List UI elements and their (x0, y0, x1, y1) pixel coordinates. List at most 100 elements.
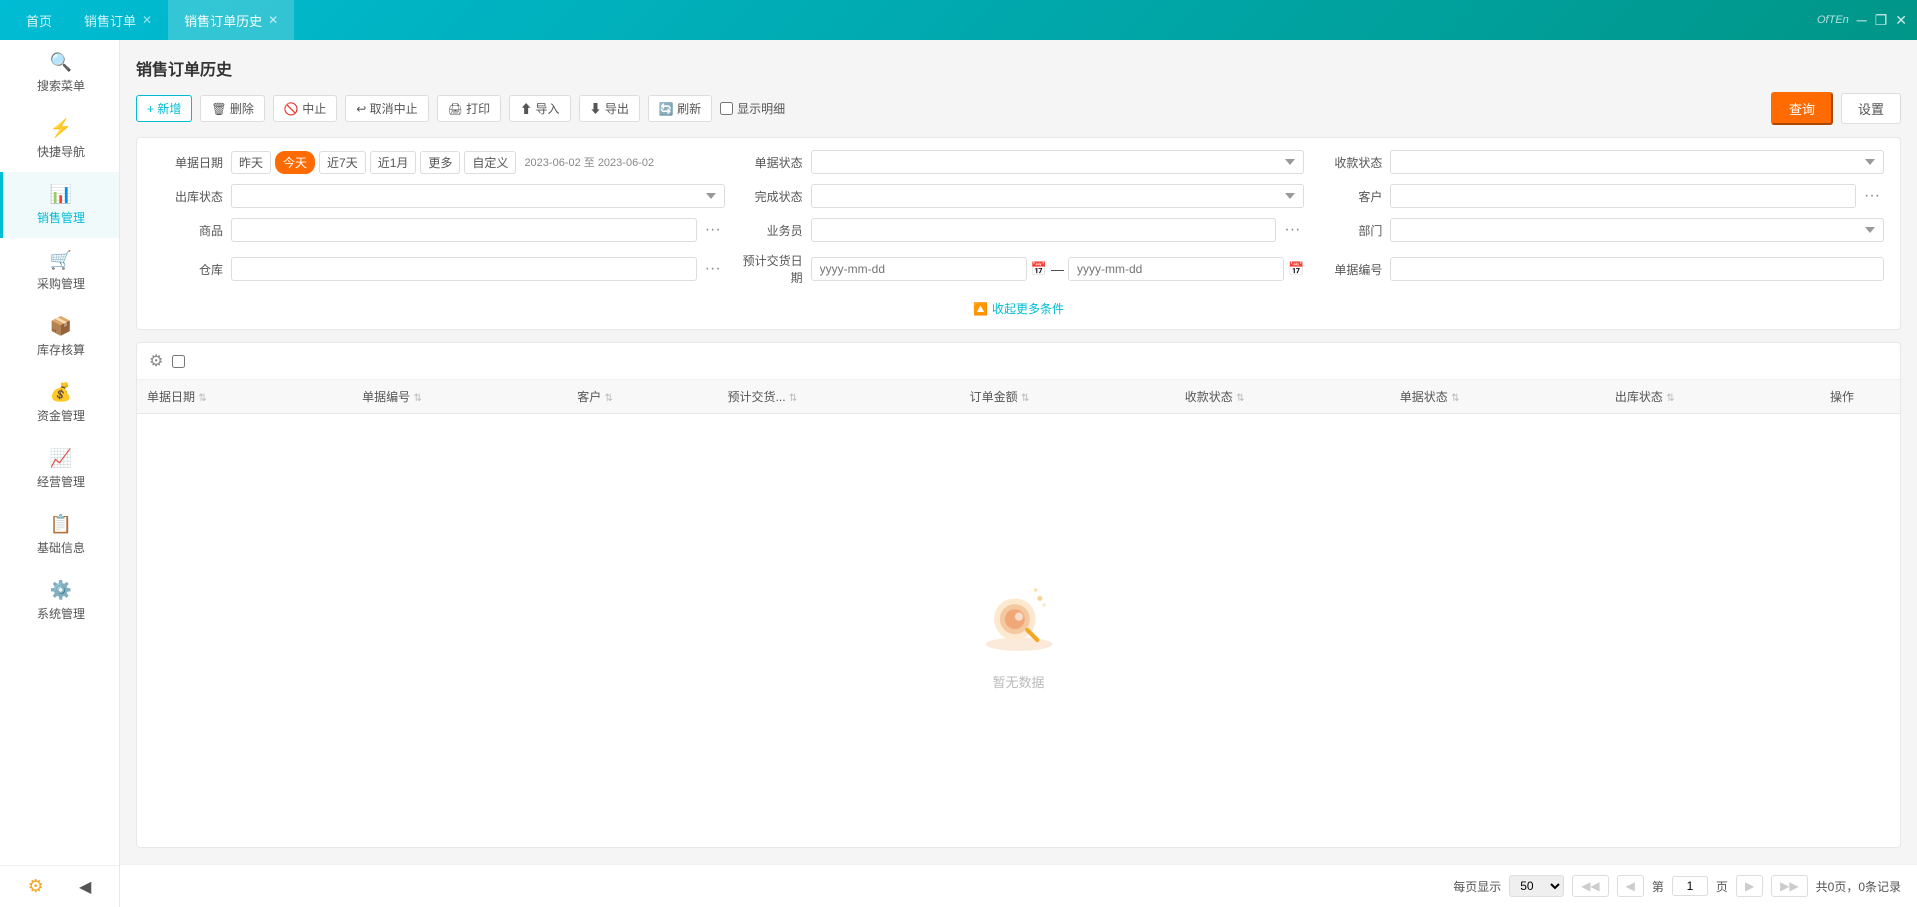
prev-page-btn[interactable]: ◀ (1617, 875, 1644, 897)
tab-close-icon[interactable]: ✕ (142, 13, 152, 27)
sidebar-item-基础信息[interactable]: 📋基础信息 (0, 502, 119, 568)
date-field: 昨天 今天 近7天 近1月 更多 自定义 2023-06-02 至 2023-0… (231, 151, 725, 174)
filter-row-product: 商品 ··· 业务员 ··· 部门 (153, 218, 1884, 242)
select-all-checkbox[interactable] (172, 355, 185, 368)
table-container: ⚙ 单据日期 ⇅ 单据编号 (136, 342, 1901, 848)
sort-icon-docno[interactable]: ⇅ (413, 393, 421, 404)
customer-label: 客户 (1312, 188, 1382, 205)
sort-icon-amount[interactable]: ⇅ (1021, 393, 1029, 404)
page-size-select[interactable]: 50 10 20 100 (1509, 875, 1564, 897)
date-btn-7days[interactable]: 近7天 (319, 151, 366, 174)
dept-select[interactable] (1390, 218, 1884, 242)
sidebar-item-采购管理[interactable]: 🛒采购管理 (0, 238, 119, 304)
complete-field (811, 184, 1305, 208)
last-page-btn[interactable]: ▶▶ (1771, 875, 1807, 897)
date-btn-more[interactable]: 更多 (420, 151, 460, 174)
collapse-btn[interactable]: 🔼 收起更多条件 (973, 296, 1064, 317)
filter-panel: 单据日期 昨天 今天 近7天 近1月 更多 自定义 2023-06-02 至 2… (136, 137, 1901, 330)
page-unit: 页 (1716, 878, 1728, 895)
doc-no-input[interactable] (1390, 257, 1884, 281)
product-dots[interactable]: ··· (701, 221, 725, 239)
complete-select[interactable] (811, 184, 1305, 208)
product-input[interactable] (231, 218, 697, 242)
sidebar-item-销售管理[interactable]: 📊销售管理 (0, 172, 119, 238)
minimize-icon[interactable]: ─ (1857, 12, 1867, 28)
calendar-icon-start[interactable]: 📅 (1031, 261, 1047, 277)
col-receipt: 收款状态 ⇅ (1175, 380, 1390, 414)
doc-no-label: 单据编号 (1312, 261, 1382, 278)
restore-icon[interactable]: ❐ (1875, 12, 1888, 29)
sort-icon-receipt[interactable]: ⇅ (1236, 393, 1244, 404)
sort-icon-customer[interactable]: ⇅ (605, 393, 613, 404)
sidebar-collapse-icon[interactable]: ◀ (79, 877, 91, 897)
warehouse-select[interactable] (231, 184, 725, 208)
delete-button[interactable]: 🗑 删除 (200, 95, 265, 122)
refresh-button[interactable]: 🔄 刷新 (648, 95, 712, 122)
receipt-status-select[interactable] (1390, 150, 1884, 174)
salesperson-dots[interactable]: ··· (1280, 221, 1304, 239)
tab-close-icon[interactable]: ✕ (268, 13, 278, 27)
display-toggle: 显示明细 (720, 100, 785, 117)
sidebar-item-快捷导航[interactable]: ⚡快捷导航 (0, 106, 119, 172)
sort-icon-warehouse[interactable]: ⇅ (1666, 393, 1674, 404)
status-label: 单据状态 (733, 154, 803, 171)
window-controls: OfTEn ─ ❐ ✕ (1817, 12, 1907, 29)
sidebar-item-搜索菜单[interactable]: 🔍搜索菜单 (0, 40, 119, 106)
print-button[interactable]: 🖨 打印 (437, 95, 502, 122)
tab-销售订单历史[interactable]: 销售订单历史 ✕ (168, 0, 294, 40)
page-number-input[interactable] (1672, 876, 1708, 896)
doc-no-field (1390, 257, 1884, 281)
customer-dots[interactable]: ··· (1860, 187, 1884, 205)
warehouse2-input[interactable] (231, 257, 697, 281)
status-select[interactable] (811, 150, 1305, 174)
date-label: 单据日期 (153, 154, 223, 171)
sidebar-icon: 📦 (50, 316, 72, 337)
close-icon[interactable]: ✕ (1895, 12, 1907, 29)
date-btn-yesterday[interactable]: 昨天 (231, 151, 271, 174)
export-button[interactable]: ⬇ 导出 (579, 95, 640, 122)
table-header: ⚙ (137, 343, 1900, 380)
sidebar-item-系统管理[interactable]: ⚙️系统管理 (0, 568, 119, 634)
delivery-date-start[interactable] (811, 257, 1027, 281)
tab-销售订单[interactable]: 销售订单 ✕ (68, 0, 168, 40)
cancel-stop-button[interactable]: ↩ 取消中止 (345, 95, 428, 122)
calendar-icon-end[interactable]: 📅 (1288, 261, 1304, 277)
stop-button[interactable]: 🚫 中止 (273, 95, 337, 122)
sidebar-settings-icon[interactable]: ⚙ (28, 876, 44, 897)
product-label: 商品 (153, 222, 223, 239)
next-page-btn[interactable]: ▶ (1736, 875, 1763, 897)
page-size-label: 每页显示 (1453, 878, 1501, 895)
empty-illustration (969, 570, 1069, 660)
tab-list: 首页销售订单 ✕销售订单历史 ✕ (10, 0, 1817, 40)
query-button[interactable]: 查询 (1771, 92, 1833, 125)
sidebar-item-库存核算[interactable]: 📦 库存核算 (0, 304, 119, 370)
date-btn-today[interactable]: 今天 (275, 151, 315, 174)
first-page-btn[interactable]: ◀◀ (1572, 875, 1608, 897)
import-button[interactable]: ⬆ 导入 (509, 95, 570, 122)
table-settings-icon[interactable]: ⚙ (149, 351, 163, 371)
sidebar-icon: 💰 (50, 382, 72, 403)
sidebar-item-资金管理[interactable]: 💰资金管理 (0, 370, 119, 436)
date-group: 昨天 今天 近7天 近1月 更多 自定义 (231, 151, 516, 174)
settings-button[interactable]: 设置 (1841, 93, 1901, 124)
delivery-date-end[interactable] (1068, 257, 1284, 281)
date-btn-custom[interactable]: 自定义 (464, 151, 516, 174)
customer-input[interactable] (1390, 184, 1856, 208)
receipt-status-field (1390, 150, 1884, 174)
date-btn-1month[interactable]: 近1月 (370, 151, 417, 174)
display-toggle-checkbox[interactable] (720, 102, 733, 115)
salesperson-input[interactable] (811, 218, 1277, 242)
add-button[interactable]: + 新增 (136, 95, 192, 122)
warehouse2-dots[interactable]: ··· (701, 260, 725, 278)
data-table: 单据日期 ⇅ 单据编号 ⇅ 客户 ⇅ (137, 380, 1900, 414)
sidebar-item-经营管理[interactable]: 📈经营管理 (0, 436, 119, 502)
sort-icon-delivery[interactable]: ⇅ (789, 393, 797, 404)
sidebar-label: 库存核算 (37, 341, 85, 358)
sort-icon-date[interactable]: ⇅ (198, 393, 206, 404)
col-amount: 订单金额 ⇅ (960, 380, 1175, 414)
filter-row-warehouse: 出库状态 完成状态 客户 ··· (153, 184, 1884, 208)
sort-icon-status[interactable]: ⇅ (1451, 393, 1459, 404)
tab-首页[interactable]: 首页 (10, 0, 68, 40)
customer-field: ··· (1390, 184, 1884, 208)
sidebar-icon: ⚙️ (50, 580, 72, 601)
